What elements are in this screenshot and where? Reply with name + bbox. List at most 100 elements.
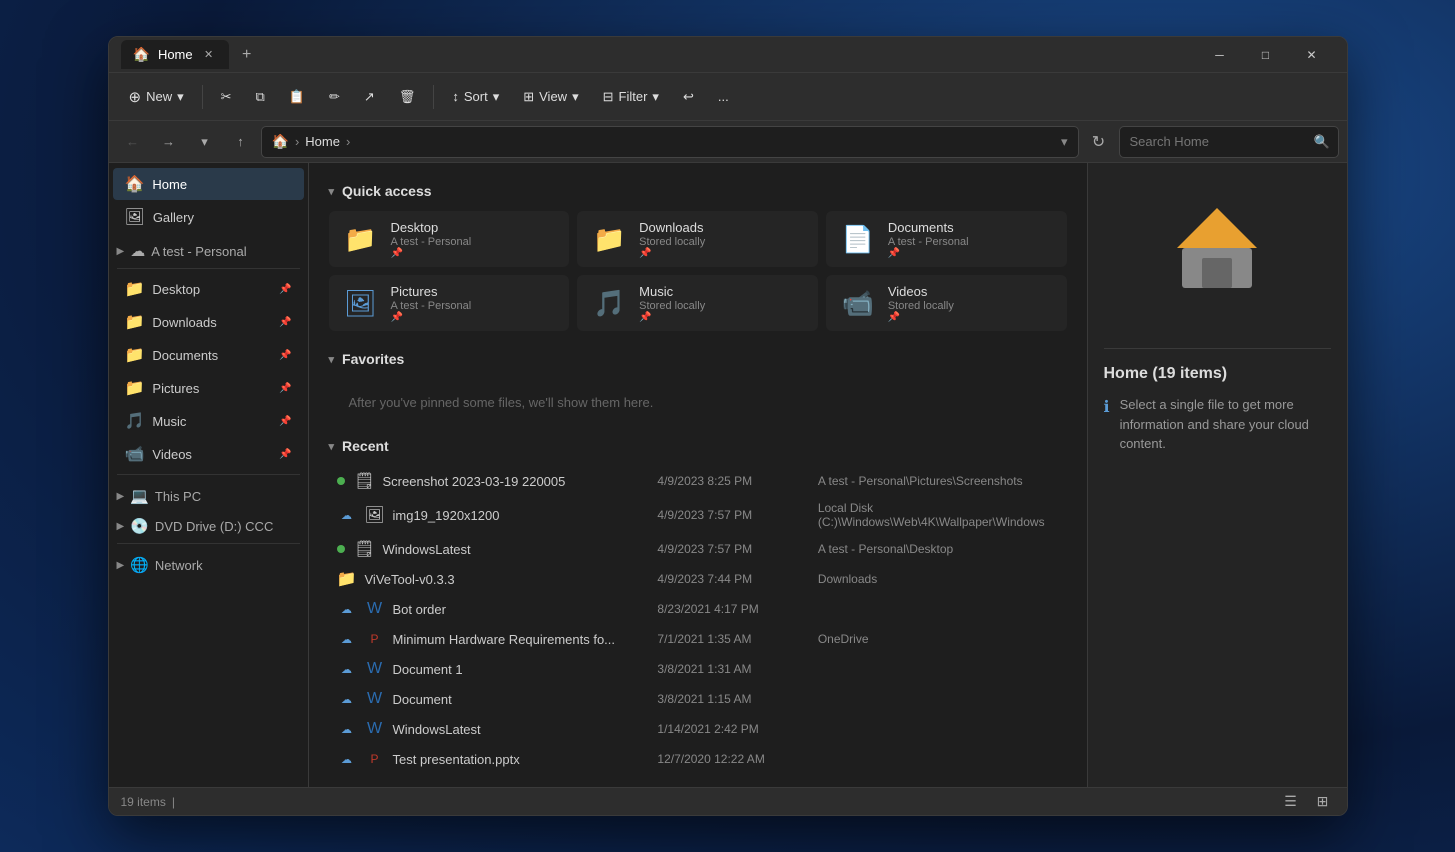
copy-button[interactable]: ⧉ — [246, 83, 275, 111]
forward-button[interactable]: → — [153, 126, 185, 158]
sidebar-item-thispc[interactable]: ▶ 💻 This PC — [109, 479, 308, 509]
qa-documents-icon: 📄 — [838, 219, 878, 259]
breadcrumb-dropdown-icon[interactable]: ▾ — [1061, 134, 1068, 150]
recent-row-3[interactable]: 📁 ViVeTool-v0.3.3 4/9/2023 7:44 PM Downl… — [329, 564, 1067, 594]
sidebar-divider-3 — [117, 543, 300, 544]
search-input[interactable] — [1130, 134, 1306, 149]
list-view-button[interactable]: ☰ — [1279, 790, 1303, 814]
rename-button[interactable]: ✏ — [319, 83, 350, 111]
undo-button[interactable]: ↩ — [673, 83, 704, 111]
file-date-7: 3/8/2021 1:15 AM — [657, 692, 817, 706]
back-button[interactable]: ← — [117, 126, 149, 158]
more-button[interactable]: ... — [708, 83, 739, 110]
qa-music-sub: Stored locally — [639, 300, 806, 312]
recent-row-5[interactable]: ☁ P Minimum Hardware Requirements fo... … — [329, 624, 1067, 654]
sidebar-item-downloads[interactable]: 📁 Downloads 📌 — [113, 306, 304, 338]
recent-row-7[interactable]: ☁ W Document 3/8/2021 1:15 AM — [329, 684, 1067, 714]
up-button[interactable]: ↑ — [225, 126, 257, 158]
qa-item-documents[interactable]: 📄 Documents A test - Personal 📌 — [826, 211, 1067, 267]
sidebar-item-home[interactable]: 🏠 Home — [113, 168, 304, 200]
file-icon-6: ☁ — [337, 659, 357, 679]
quick-access-header[interactable]: ▾ Quick access — [329, 183, 1067, 199]
refresh-button[interactable]: ↻ — [1083, 126, 1115, 158]
recent-row-1[interactable]: ☁ 🖼 img19_1920x1200 4/9/2023 7:57 PM Loc… — [329, 496, 1067, 534]
qa-pictures-name: Pictures — [391, 284, 558, 299]
music-pin-icon: 📌 — [279, 416, 291, 427]
qa-videos-icon: 📹 — [838, 283, 878, 323]
tab-close-button[interactable]: ✕ — [201, 47, 217, 63]
favorites-arrow: ▾ — [329, 353, 335, 366]
file-type-icon-5: P — [365, 629, 385, 649]
filter-button[interactable]: ⊟ Filter ▾ — [593, 83, 669, 111]
file-icon-4: ☁ — [337, 599, 357, 619]
sort-button[interactable]: ↕ Sort ▾ — [442, 83, 509, 111]
main-content: 🏠 Home 🖼 Gallery ▶ ☁ A test - Personal 📁… — [109, 163, 1347, 787]
view-button[interactable]: ⊞ View ▾ — [513, 83, 588, 111]
sidebar-item-documents[interactable]: 📁 Documents 📌 — [113, 339, 304, 371]
network-icon: 🌐 — [130, 556, 149, 574]
minimize-button[interactable]: ─ — [1197, 37, 1243, 73]
onedrive-expand-icon: ▶ — [117, 246, 125, 257]
right-panel: Home (19 items) ℹ Select a single file t… — [1087, 163, 1347, 787]
sidebar-item-desktop[interactable]: 📁 Desktop 📌 — [113, 273, 304, 305]
recent-locations-button[interactable]: ▾ — [189, 126, 221, 158]
sidebar-item-videos[interactable]: 📹 Videos 📌 — [113, 438, 304, 470]
qa-item-videos[interactable]: 📹 Videos Stored locally 📌 — [826, 275, 1067, 331]
status-dot-0 — [337, 477, 345, 485]
grid-view-button[interactable]: ⊞ — [1311, 790, 1335, 814]
recent-title: Recent — [342, 438, 389, 454]
recent-header[interactable]: ▾ Recent — [329, 438, 1067, 454]
qa-videos-pin: 📌 — [888, 312, 1055, 323]
qa-item-music[interactable]: 🎵 Music Stored locally 📌 — [577, 275, 818, 331]
file-date-1: 4/9/2023 7:57 PM — [657, 508, 817, 522]
new-button[interactable]: ⊕ New ▾ — [119, 82, 194, 112]
paste-button[interactable]: 📋 — [279, 83, 315, 111]
breadcrumb-home-icon: 🏠 — [272, 133, 289, 150]
sidebar-item-dvd[interactable]: ▶ 💿 DVD Drive (D:) CCC — [109, 509, 308, 539]
recent-row-4[interactable]: ☁ W Bot order 8/23/2021 4:17 PM — [329, 594, 1067, 624]
sidebar-item-onedrive[interactable]: ▶ ☁ A test - Personal — [109, 234, 308, 264]
cut-button[interactable]: ✂ — [211, 83, 242, 111]
recent-row-8[interactable]: ☁ W WindowsLatest 1/14/2021 2:42 PM — [329, 714, 1067, 744]
sidebar-item-pictures[interactable]: 📁 Pictures 📌 — [113, 372, 304, 404]
share-button[interactable]: ↗ — [354, 83, 385, 111]
home-tab[interactable]: 🏠 Home ✕ — [121, 40, 229, 69]
file-name-8: WindowsLatest — [393, 722, 481, 737]
close-button[interactable]: ✕ — [1289, 37, 1335, 73]
qa-item-downloads[interactable]: 📁 Downloads Stored locally 📌 — [577, 211, 818, 267]
sidebar-item-network[interactable]: ▶ 🌐 Network — [109, 548, 308, 578]
cut-icon: ✂ — [221, 89, 232, 105]
toolbar-sep-1 — [202, 85, 203, 109]
favorites-header[interactable]: ▾ Favorites — [329, 351, 1067, 367]
recent-row-9[interactable]: ☁ P Test presentation.pptx 12/7/2020 12:… — [329, 744, 1067, 774]
new-tab-button[interactable]: + — [233, 41, 261, 69]
breadcrumb[interactable]: 🏠 › Home › ▾ — [261, 126, 1079, 158]
new-icon: ⊕ — [129, 88, 142, 106]
search-box[interactable]: 🔍 — [1119, 126, 1339, 158]
qa-pictures-sub: A test - Personal — [391, 300, 558, 312]
file-area: ▾ Quick access 📁 Desktop A test - Person… — [309, 163, 1087, 787]
recent-row-0[interactable]: 🗒 Screenshot 2023-03-19 220005 4/9/2023 … — [329, 466, 1067, 496]
favorites-empty-text: After you've pinned some files, we'll sh… — [329, 379, 1067, 418]
recent-row-2[interactable]: 🗒 WindowsLatest 4/9/2023 7:57 PM A test … — [329, 534, 1067, 564]
sidebar-item-music[interactable]: 🎵 Music 📌 — [113, 405, 304, 437]
toolbar-sep-2 — [433, 85, 434, 109]
file-location-1: Local Disk (C:)\Windows\Web\4K\Wallpaper… — [818, 501, 1059, 529]
rp-info-row: ℹ Select a single file to get more infor… — [1104, 395, 1331, 454]
qa-videos-info: Videos Stored locally 📌 — [888, 284, 1055, 323]
file-location-0: A test - Personal\Pictures\Screenshots — [818, 474, 1059, 488]
sort-icon: ↕ — [452, 89, 459, 104]
recent-row-6[interactable]: ☁ W Document 1 3/8/2021 1:31 AM — [329, 654, 1067, 684]
view-icon: ⊞ — [523, 89, 534, 105]
favorites-section: After you've pinned some files, we'll sh… — [329, 379, 1067, 418]
qa-desktop-icon: 📁 — [341, 219, 381, 259]
qa-item-pictures[interactable]: 🖼 Pictures A test - Personal 📌 — [329, 275, 570, 331]
file-name-0: Screenshot 2023-03-19 220005 — [383, 474, 566, 489]
file-icon-9: ☁ — [337, 749, 357, 769]
qa-item-desktop[interactable]: 📁 Desktop A test - Personal 📌 — [329, 211, 570, 267]
maximize-button[interactable]: □ — [1243, 37, 1289, 73]
sidebar-music-label: Music — [152, 414, 186, 429]
sidebar-item-gallery[interactable]: 🖼 Gallery — [113, 201, 304, 233]
qa-desktop-info: Desktop A test - Personal 📌 — [391, 220, 558, 259]
delete-button[interactable]: 🗑 — [389, 83, 426, 111]
